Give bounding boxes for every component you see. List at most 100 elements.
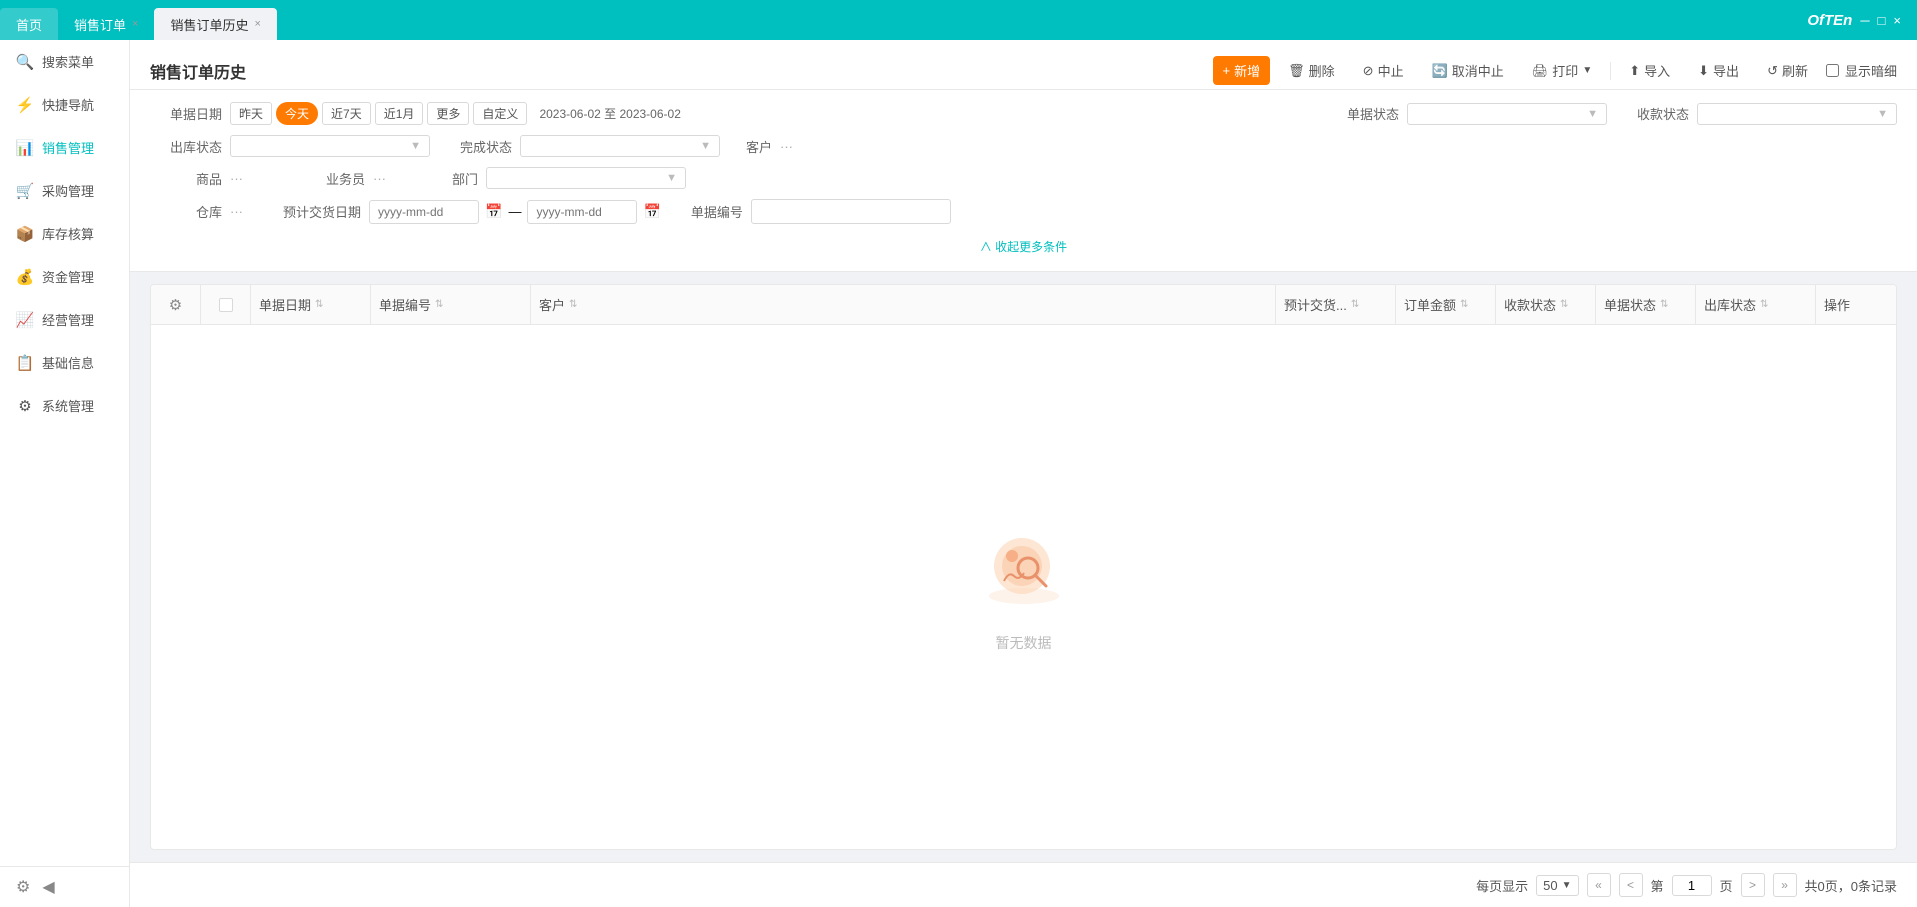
window-close-btn[interactable]: ×: [1893, 13, 1901, 28]
order-status-select[interactable]: ▼: [1407, 103, 1607, 125]
th-order-status[interactable]: 单据状态 ⇅: [1596, 285, 1696, 324]
date-more-btn[interactable]: 更多: [427, 102, 469, 125]
select-all-checkbox[interactable]: [219, 298, 233, 312]
basicinfo-icon: 📋: [16, 354, 34, 372]
system-icon: ⚙: [16, 397, 34, 415]
quicknav-icon: ⚡: [16, 96, 34, 114]
collapse-row[interactable]: ∧ 收起更多条件: [150, 234, 1897, 259]
date-7days-btn[interactable]: 近7天: [322, 102, 371, 125]
delivery-date-to-input[interactable]: [527, 200, 637, 224]
customer-label: 客户: [740, 137, 780, 156]
date-yesterday-btn[interactable]: 昨天: [230, 102, 272, 125]
sidebar-item-system[interactable]: ⚙ 系统管理: [0, 384, 129, 427]
tab-home[interactable]: 首页: [0, 8, 58, 40]
salesman-picker[interactable]: ···: [373, 171, 386, 186]
first-page-btn[interactable]: «: [1587, 873, 1611, 897]
order-no-input[interactable]: [751, 199, 951, 224]
dept-select[interactable]: ▼: [486, 167, 686, 189]
date-filter-label: 单据日期: [150, 104, 230, 123]
tab-list: 首页 销售订单 × 销售订单历史 ×: [0, 0, 1791, 40]
sidebar-settings-icon[interactable]: ⚙: [16, 877, 30, 897]
th-date[interactable]: 单据日期 ⇅: [251, 285, 371, 324]
sidebar-item-sales[interactable]: 📊 销售管理: [0, 126, 129, 169]
export-button[interactable]: ⬇ 导出: [1688, 56, 1749, 85]
payment-status-select[interactable]: ▼: [1697, 103, 1897, 125]
tab-sales-order-close[interactable]: ×: [132, 18, 138, 30]
current-page-input[interactable]: [1672, 875, 1712, 896]
sidebar-item-quicknav[interactable]: ⚡ 快捷导航: [0, 83, 129, 126]
complete-status-label: 完成状态: [450, 137, 520, 156]
page-header: 销售订单历史 + 新增 🗑 删除 ⊘ 中止 🔄 取消中止: [130, 40, 1917, 90]
payment-status-arrow: ▼: [1877, 108, 1888, 120]
th-amount[interactable]: 订单金额 ⇅: [1396, 285, 1496, 324]
stock-out-select[interactable]: ▼: [230, 135, 430, 157]
window-minimize-btn[interactable]: ─: [1860, 13, 1869, 28]
date-custom-btn[interactable]: 自定义: [473, 102, 527, 125]
stop-button[interactable]: ⊘ 中止: [1353, 56, 1414, 85]
sidebar-item-finance[interactable]: 💰 资金管理: [0, 255, 129, 298]
tab-sales-order-history[interactable]: 销售订单历史 ×: [154, 8, 276, 40]
sidebar-item-search[interactable]: 🔍 搜索菜单: [0, 40, 129, 83]
cancel-stop-button[interactable]: 🔄 取消中止: [1422, 56, 1514, 85]
th-customer[interactable]: 客户 ⇅: [531, 285, 1276, 324]
table-settings-btn[interactable]: ⚙: [169, 296, 182, 314]
order-status-arrow: ▼: [1587, 108, 1598, 120]
goods-picker[interactable]: ···: [230, 171, 243, 186]
date-today-btn[interactable]: 今天: [276, 102, 318, 125]
last-page-btn[interactable]: »: [1773, 873, 1797, 897]
dept-label: 部门: [446, 169, 486, 188]
table-header: ⚙ 单据日期 ⇅ 单据编号 ⇅ 客户 ⇅ 预计交货...: [151, 285, 1896, 325]
delete-button[interactable]: 🗑 删除: [1278, 56, 1345, 85]
th-amount-label: 订单金额: [1404, 295, 1456, 314]
th-stock-status[interactable]: 出库状态 ⇅: [1696, 285, 1816, 324]
print-label: 打印: [1552, 61, 1578, 80]
warehouse-label: 仓库: [150, 202, 230, 221]
dept-arrow: ▼: [666, 172, 677, 184]
cal-to-icon[interactable]: 📅: [643, 203, 660, 220]
sidebar-item-purchase[interactable]: 🛒 采购管理: [0, 169, 129, 212]
th-num-label: 单据编号: [379, 295, 431, 314]
amount-sort-icon: ⇅: [1460, 299, 1468, 310]
th-action-label: 操作: [1824, 295, 1850, 314]
th-delivery[interactable]: 预计交货... ⇅: [1276, 285, 1396, 324]
new-button[interactable]: + 新增: [1213, 56, 1271, 85]
sidebar-collapse-icon[interactable]: ◀: [42, 877, 54, 897]
order-status-sort-icon: ⇅: [1660, 299, 1668, 310]
th-action: 操作: [1816, 285, 1896, 324]
order-no-label: 单据编号: [681, 202, 751, 221]
new-icon: +: [1223, 63, 1231, 78]
filter-row-1: 单据日期 昨天 今天 近7天 近1月 更多 自定义 2023-06-02 至 2…: [150, 102, 1897, 125]
tab-home-label: 首页: [16, 15, 42, 34]
complete-status-select[interactable]: ▼: [520, 135, 720, 157]
stop-icon: ⊘: [1363, 63, 1374, 79]
import-button[interactable]: ⬆ 导入: [1619, 56, 1680, 85]
sidebar-item-operations[interactable]: 📈 经营管理: [0, 298, 129, 341]
cal-from-icon[interactable]: 📅: [485, 203, 502, 220]
delivery-date-from-input[interactable]: [369, 200, 479, 224]
prev-page-btn[interactable]: <: [1619, 873, 1643, 897]
window-restore-btn[interactable]: □: [1878, 13, 1886, 28]
tab-sales-order[interactable]: 销售订单 ×: [58, 8, 154, 40]
tab-sales-order-history-close[interactable]: ×: [254, 18, 260, 30]
customer-picker[interactable]: ···: [780, 139, 793, 154]
operations-icon: 📈: [16, 311, 34, 329]
sidebar-item-inventory[interactable]: 📦 库存核算: [0, 212, 129, 255]
sidebar-item-sales-label: 销售管理: [42, 138, 94, 157]
goods-label: 商品: [150, 169, 230, 188]
warehouse-picker[interactable]: ···: [230, 204, 243, 219]
th-pay-status[interactable]: 收款状态 ⇅: [1496, 285, 1596, 324]
import-icon: ⬆: [1629, 63, 1640, 79]
refresh-button[interactable]: ↺ 刷新: [1757, 56, 1818, 85]
display-cols-checkbox[interactable]: [1826, 64, 1839, 77]
sidebar-item-system-label: 系统管理: [42, 396, 94, 415]
print-arrow-icon: ▼: [1582, 65, 1592, 76]
sidebar-bottom: ⚙ ◀: [0, 866, 129, 907]
date-sort-icon: ⇅: [315, 299, 323, 310]
th-num[interactable]: 单据编号 ⇅: [371, 285, 531, 324]
filter-row-4: 仓库 ··· 预计交货日期 📅 — 📅 单据编号: [150, 199, 1897, 224]
print-button[interactable]: 🖨 打印 ▼: [1522, 56, 1602, 85]
next-page-btn[interactable]: >: [1741, 873, 1765, 897]
date-1month-btn[interactable]: 近1月: [375, 102, 424, 125]
sidebar-item-basicinfo[interactable]: 📋 基础信息: [0, 341, 129, 384]
page-size-select[interactable]: 50 ▼: [1536, 875, 1578, 896]
